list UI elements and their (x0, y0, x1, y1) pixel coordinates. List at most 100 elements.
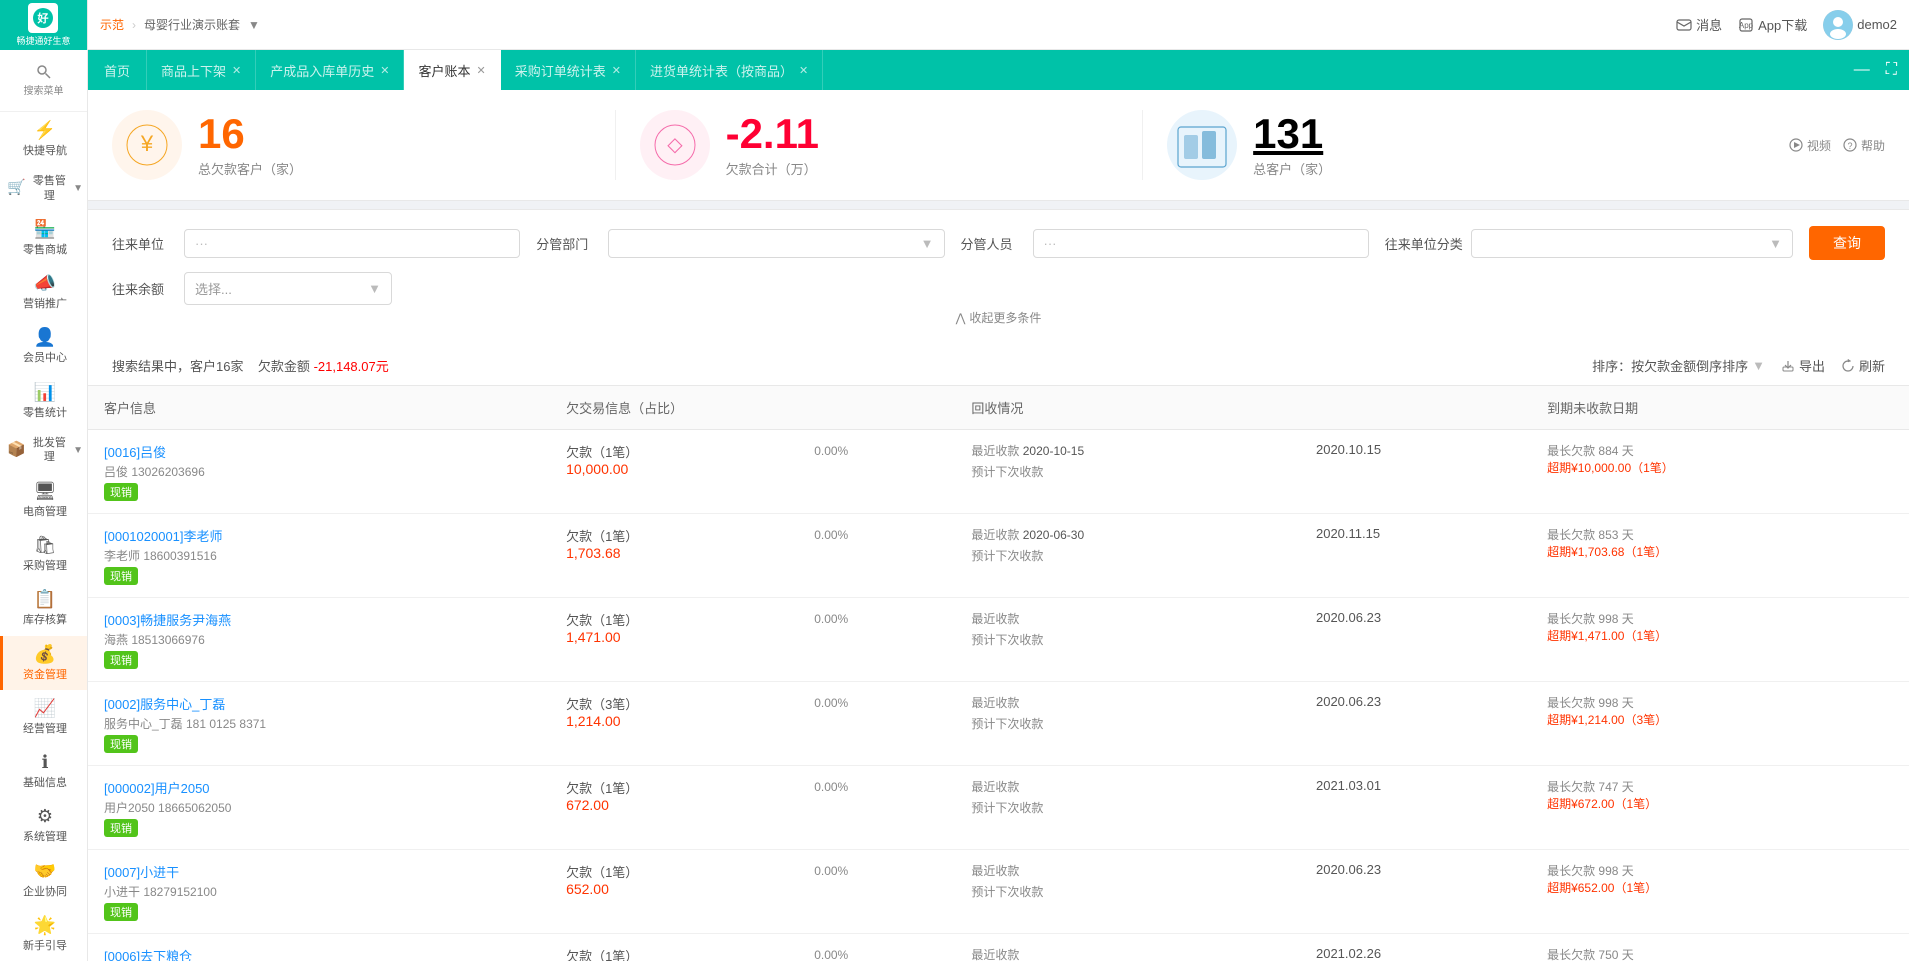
customer-name-link-6[interactable]: [0006]去下粮仓 (104, 946, 534, 961)
debt-amount-5[interactable]: 652.00 (566, 881, 782, 897)
overdue-link-5[interactable]: 超期¥652.00（1笔） (1547, 881, 1657, 895)
cell-customer-0: [0016]吕俊 吕俊 13026203696 现销 (88, 430, 550, 514)
unit-category-select[interactable]: ▼ (1471, 229, 1793, 258)
stat-info-debt-customers: 16 总欠款客户（家） (198, 113, 302, 178)
debt-total-number: -2.11 (726, 113, 819, 155)
quick-nav-icon: ⚡ (34, 120, 56, 141)
debt-amount-4[interactable]: 672.00 (566, 797, 782, 813)
finance-icon: 💰 (34, 644, 56, 665)
ecommerce-icon: 🖥 (34, 481, 57, 502)
overdue-link-3[interactable]: 超期¥1,214.00（3笔） (1547, 713, 1667, 727)
tab-bar-actions: — ⛶ (1850, 57, 1909, 83)
source-unit-input[interactable]: ··· (184, 229, 520, 258)
sort-select[interactable]: 排序：按欠款金额倒序排序 ▼ (1592, 356, 1765, 375)
sidebar-item-retail-stats[interactable]: 📊 零售统计 (0, 374, 87, 428)
tab-close-customer-account[interactable]: ✕ (477, 64, 486, 77)
view-video-btn[interactable]: 视频 (1789, 137, 1831, 154)
sidebar: 好 畅捷通好生意 搜索菜单 ⚡ 快捷导航 🛒 零售管理 ▼ (0, 0, 88, 961)
table-row: [0001020001]李老师 李老师 18600391516 现销 欠款（1笔… (88, 514, 1909, 598)
next-collect-label-4: 预计下次收款 (971, 801, 1043, 815)
total-customers-number: 131 (1253, 113, 1331, 155)
sidebar-item-retail-mall[interactable]: 🏪 零售商城 (0, 211, 87, 265)
collapse-btn[interactable]: ⋀ 收起更多条件 (956, 309, 1042, 326)
export-btn[interactable]: 导出 (1781, 356, 1825, 375)
sidebar-item-system[interactable]: ⚙ 系统管理 (0, 798, 87, 852)
tab-product-history[interactable]: 产成品入库单历史 ✕ (256, 50, 404, 90)
sidebar-item-batch-mgmt[interactable]: 📦 批发管理 ▼ (0, 428, 87, 473)
tab-close-purchase-order[interactable]: ✕ (612, 64, 621, 77)
sidebar-item-ops[interactable]: 📈 经营管理 (0, 690, 87, 744)
app-download-btn[interactable]: App App下载 (1738, 15, 1807, 34)
message-btn[interactable]: 消息 (1676, 15, 1722, 34)
tab-close-product-history[interactable]: ✕ (380, 64, 389, 77)
debt-amount-1[interactable]: 1,703.68 (566, 545, 782, 561)
sidebar-item-marketing[interactable]: 📣 营销推广 (0, 265, 87, 319)
stat-info-total-customers: 131 总客户（家） (1253, 113, 1331, 178)
sidebar-item-member[interactable]: 👤 会员中心 (0, 319, 87, 373)
tab-product-shelf[interactable]: 商品上下架 ✕ (147, 50, 256, 90)
cell-debt-pct-1: 0.00% (798, 514, 955, 598)
last-collect-date-1: 2020-06-30 (1023, 528, 1084, 542)
search-button[interactable]: 查询 (1809, 226, 1885, 260)
cell-collection-6: 最近收款 预计下次收款 (955, 934, 1300, 961)
dropdown-icon[interactable]: ▼ (248, 18, 260, 32)
sidebar-item-quick-nav[interactable]: ⚡ 快捷导航 (0, 112, 87, 166)
tab-home[interactable]: 首页 (88, 50, 147, 90)
customer-name-link-3[interactable]: [0002]服务中心_丁磊 (104, 694, 534, 713)
top-bar-actions: 消息 App App下载 demo2 (1676, 10, 1897, 40)
retail-mall-icon: 🏪 (34, 219, 56, 240)
sidebar-item-basic-info[interactable]: ℹ 基础信息 (0, 744, 87, 798)
cell-overdue-3: 最长欠款 998 天 超期¥1,214.00（3笔） (1531, 682, 1909, 766)
tab-close-purchase-stats[interactable]: ✕ (799, 64, 808, 77)
chevron-down-icon: ▼ (73, 183, 83, 194)
customer-name-link-0[interactable]: [0016]吕俊 (104, 442, 534, 461)
customer-name-link-5[interactable]: [0007]小进干 (104, 862, 534, 881)
customer-name-link-2[interactable]: [0003]畅捷服务尹海燕 (104, 610, 534, 629)
customer-tag-3: 现销 (104, 735, 138, 753)
stat-card-debt-customers: ¥ 16 总欠款客户（家） (112, 110, 616, 180)
search-menu-item[interactable]: 搜索菜单 (6, 58, 81, 103)
next-collect-label-2: 预计下次收款 (971, 633, 1043, 647)
sidebar-item-inventory[interactable]: 📋 库存核算 (0, 581, 87, 635)
source-unit-label: 往来单位 (112, 234, 176, 253)
col-header-customer: 客户信息 (88, 386, 550, 430)
home-breadcrumb[interactable]: 示范 (100, 16, 124, 33)
debt-amount-2[interactable]: 1,471.00 (566, 629, 782, 645)
sidebar-item-ecommerce[interactable]: 🖥 电商管理 (0, 473, 87, 527)
tab-customer-account[interactable]: 客户账本 ✕ (404, 50, 500, 90)
overdue-link-4[interactable]: 超期¥672.00（1笔） (1547, 797, 1657, 811)
customer-tag-1: 现销 (104, 567, 138, 585)
balance-label: 往来余额 (112, 279, 176, 298)
sidebar-item-finance[interactable]: 💰 资金管理 (0, 636, 87, 690)
sidebar-item-newbie[interactable]: 🌟 新手引导 (0, 907, 87, 961)
manager-input[interactable]: ··· (1033, 229, 1369, 258)
customer-tag-4: 现销 (104, 819, 138, 837)
balance-select[interactable]: 选择... ▼ (184, 272, 392, 305)
results-actions: 排序：按欠款金额倒序排序 ▼ 导出 刷新 (1592, 356, 1885, 375)
debt-amount-3[interactable]: 1,214.00 (566, 713, 782, 729)
tab-minimize-btn[interactable]: — (1850, 57, 1874, 83)
table-row: [0002]服务中心_丁磊 服务中心_丁磊 181 0125 8371 现销 欠… (88, 682, 1909, 766)
tab-purchase-order[interactable]: 采购订单统计表 ✕ (501, 50, 636, 90)
chevron-down-icon-2: ▼ (73, 445, 83, 456)
user-avatar-btn[interactable]: demo2 (1823, 10, 1897, 40)
overdue-link-1[interactable]: 超期¥1,703.68（1笔） (1547, 545, 1667, 559)
debt-pct-0: 0.00% (814, 444, 939, 458)
tab-close-product-shelf[interactable]: ✕ (232, 64, 241, 77)
debt-amount-0[interactable]: 10,000.00 (566, 461, 782, 477)
sidebar-item-purchase[interactable]: 🛍 采购管理 (0, 527, 87, 581)
overdue-link-2[interactable]: 超期¥1,471.00（1笔） (1547, 629, 1667, 643)
sidebar-item-retail-mgmt[interactable]: 🛒 零售管理 ▼ (0, 166, 87, 211)
overdue-link-0[interactable]: 超期¥10,000.00（1笔） (1547, 461, 1674, 475)
dept-select[interactable]: ▼ (608, 229, 944, 258)
refresh-btn[interactable]: 刷新 (1841, 356, 1885, 375)
customer-name-link-4[interactable]: [000002]用户2050 (104, 778, 534, 797)
help-btn[interactable]: ? 帮助 (1843, 137, 1885, 154)
balance-arrow-icon: ▼ (368, 281, 381, 296)
tab-maximize-btn[interactable]: ⛶ (1882, 57, 1901, 83)
customer-name-link-1[interactable]: [0001020001]李老师 (104, 526, 534, 545)
tab-purchase-stats[interactable]: 进货单统计表（按商品） ✕ (636, 50, 823, 90)
cell-debt-pct-5: 0.00% (798, 850, 955, 934)
sidebar-item-collab[interactable]: 🤝 企业协同 (0, 853, 87, 907)
overdue-days-2: 最长欠款 998 天 (1547, 610, 1893, 627)
